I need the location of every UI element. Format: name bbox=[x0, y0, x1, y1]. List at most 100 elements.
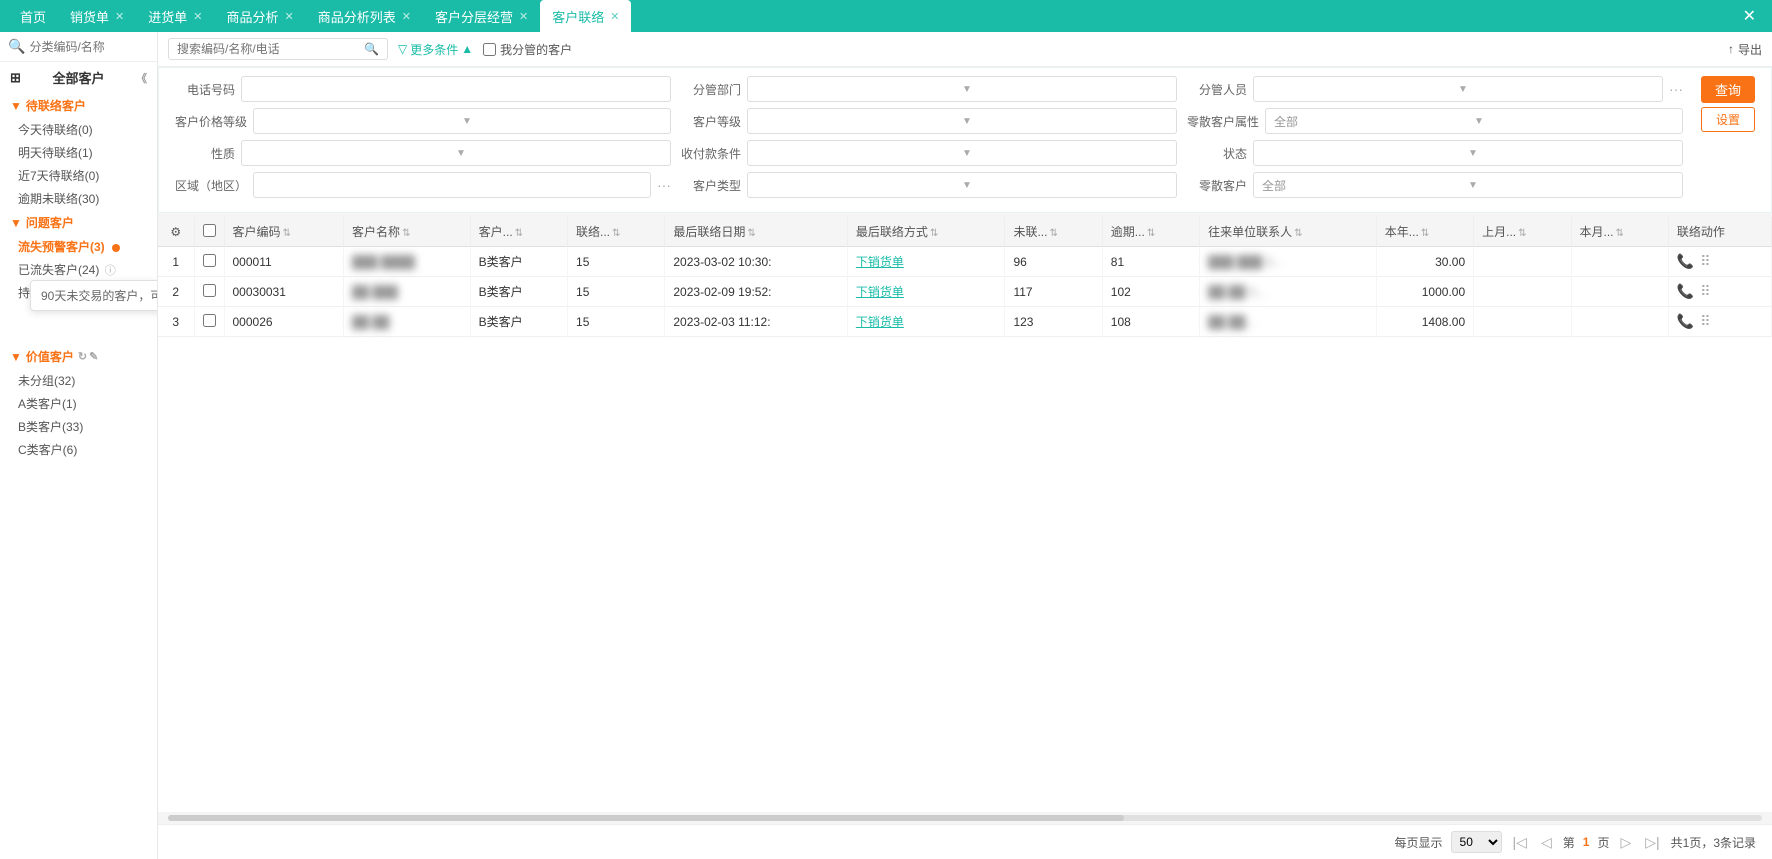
sidebar-item-lost[interactable]: 已流失客户(24) ⓘ bbox=[0, 258, 157, 281]
tab-customer-tier-close[interactable]: ✕ bbox=[519, 10, 528, 23]
pag-next-btn[interactable]: ▷ bbox=[1617, 834, 1634, 851]
filter-payment-select[interactable]: ▼ bbox=[747, 140, 1177, 166]
tab-analysis-list-close[interactable]: ✕ bbox=[402, 10, 411, 23]
per-page-select[interactable]: 50 20 100 bbox=[1451, 831, 1502, 853]
filter-status-select[interactable]: ▼ bbox=[1253, 140, 1683, 166]
filter-zero-cust-select[interactable]: 全部 ▼ bbox=[1253, 172, 1683, 198]
filter-search-box[interactable]: 🔍 bbox=[168, 38, 388, 60]
td-check-2[interactable] bbox=[194, 277, 224, 307]
sidebar-all-customers[interactable]: ⊞ 全部客户 《 bbox=[0, 62, 157, 93]
th-contact-num[interactable]: 联络...⇅ bbox=[568, 217, 665, 247]
td-last-method-2[interactable]: 下销货单 bbox=[847, 277, 1005, 307]
sidebar-section-pending[interactable]: ▼ 待联络客户 bbox=[0, 93, 157, 118]
filter-dept-select[interactable]: ▼ bbox=[747, 76, 1177, 102]
value-edit-icon[interactable]: ✎ bbox=[89, 350, 98, 363]
tab-analysis-list[interactable]: 商品分析列表 ✕ bbox=[306, 0, 423, 32]
row-2-checkbox[interactable] bbox=[203, 284, 216, 297]
sidebar-item-overdue[interactable]: 逾期未联络(30) bbox=[0, 187, 157, 210]
filter-price-level-select[interactable]: ▼ bbox=[253, 108, 671, 134]
th-overdue[interactable]: 逾期...⇅ bbox=[1102, 217, 1199, 247]
filter-area-dots[interactable]: ··· bbox=[657, 177, 671, 193]
td-last-method-3[interactable]: 下销货单 bbox=[847, 307, 1005, 337]
value-refresh-icon[interactable]: ↻ bbox=[78, 350, 87, 363]
tab-sales-close[interactable]: ✕ bbox=[115, 10, 124, 23]
row-3-checkbox[interactable] bbox=[203, 314, 216, 327]
sidebar-item-class-c[interactable]: C类客户(6) bbox=[0, 438, 157, 461]
pag-first-btn[interactable]: |◁ bbox=[1510, 834, 1530, 851]
th-last-date[interactable]: 最后联络日期⇅ bbox=[665, 217, 847, 247]
tab-purchase[interactable]: 进货单 ✕ bbox=[136, 0, 214, 32]
sidebar-item-tomorrow[interactable]: 明天待联络(1) bbox=[0, 141, 157, 164]
sidebar-item-churn-warning[interactable]: 流失预警客户(3) bbox=[0, 235, 157, 258]
sidebar-section-value[interactable]: ▼ 价值客户 ↻ ✎ bbox=[0, 344, 157, 369]
filter-icon: ▽ bbox=[398, 42, 407, 56]
td-last-method-2-link[interactable]: 下销货单 bbox=[856, 285, 904, 299]
filter-cust-level-select[interactable]: ▼ bbox=[747, 108, 1177, 134]
filter-person-dots[interactable]: ··· bbox=[1669, 81, 1683, 97]
tab-customer-tier[interactable]: 客户分层经营 ✕ bbox=[423, 0, 540, 32]
tab-customer-contact-close[interactable]: ✕ bbox=[610, 10, 619, 23]
tab-analysis-close[interactable]: ✕ bbox=[285, 10, 294, 23]
filter-search-btn[interactable]: 🔍 bbox=[364, 42, 379, 56]
th-check[interactable] bbox=[194, 217, 224, 247]
filter-my-customer[interactable]: 我分管的客户 bbox=[483, 41, 572, 58]
tab-sales[interactable]: 销货单 ✕ bbox=[58, 0, 136, 32]
filter-phone-input[interactable] bbox=[241, 76, 671, 102]
th-contacts[interactable]: 往来单位联系人⇅ bbox=[1200, 217, 1377, 247]
export-btn[interactable]: ↑ 导出 bbox=[1728, 41, 1762, 58]
horizontal-scrollbar[interactable] bbox=[158, 812, 1772, 824]
pag-last-btn[interactable]: ▷| bbox=[1642, 834, 1662, 851]
td-last-method-1-link[interactable]: 下销货单 bbox=[856, 255, 904, 269]
filter-my-checkbox[interactable] bbox=[483, 43, 496, 56]
row-1-checkbox[interactable] bbox=[203, 254, 216, 267]
filter-search-input[interactable] bbox=[177, 42, 364, 56]
sidebar-section-problem[interactable]: ▼ 问题客户 bbox=[0, 210, 157, 235]
th-name[interactable]: 客户名称⇅ bbox=[344, 217, 471, 247]
row-3-phone-icon[interactable]: 📞 bbox=[1677, 313, 1694, 330]
th-year[interactable]: 本年...⇅ bbox=[1376, 217, 1473, 247]
row-3-more-icon[interactable]: ⠿ bbox=[1700, 313, 1710, 330]
scroll-track[interactable] bbox=[168, 815, 1762, 821]
th-last-method[interactable]: 最后联络方式⇅ bbox=[847, 217, 1005, 247]
td-check-1[interactable] bbox=[194, 247, 224, 277]
sidebar-item-ungrouped[interactable]: 未分组(32) bbox=[0, 369, 157, 392]
row-1-more-icon[interactable]: ⠿ bbox=[1700, 253, 1710, 270]
scroll-thumb[interactable] bbox=[168, 815, 1124, 821]
th-last-month[interactable]: 上月...⇅ bbox=[1474, 217, 1571, 247]
filter-cust-type-select[interactable]: ▼ bbox=[747, 172, 1177, 198]
sidebar-item-class-a[interactable]: A类客户(1) bbox=[0, 392, 157, 415]
filter-gender-select[interactable]: ▼ bbox=[241, 140, 671, 166]
th-cust-type[interactable]: 客户...⇅ bbox=[470, 217, 567, 247]
tab-purchase-close[interactable]: ✕ bbox=[193, 10, 202, 23]
sidebar-item-today[interactable]: 今天待联络(0) bbox=[0, 118, 157, 141]
sidebar-search-input[interactable] bbox=[29, 40, 149, 54]
tab-customer-contact-label: 客户联络 bbox=[552, 7, 604, 26]
pag-prev-btn[interactable]: ◁ bbox=[1538, 834, 1555, 851]
row-2-phone-icon[interactable]: 📞 bbox=[1677, 283, 1694, 300]
filter-zero-attr-select[interactable]: 全部 ▼ bbox=[1265, 108, 1683, 134]
query-button[interactable]: 查询 bbox=[1701, 76, 1755, 103]
th-settings[interactable]: ⚙ bbox=[158, 217, 194, 247]
td-name-2: ██ ███ bbox=[344, 277, 471, 307]
td-cust-type-2: B类客户 bbox=[470, 277, 567, 307]
td-check-3[interactable] bbox=[194, 307, 224, 337]
td-last-month-2 bbox=[1474, 277, 1571, 307]
window-close-btn[interactable]: ✕ bbox=[1735, 6, 1764, 26]
filter-more-btn[interactable]: ▽ 更多条件 ▲ bbox=[398, 41, 473, 58]
sidebar-item-class-b[interactable]: B类客户(33) bbox=[0, 415, 157, 438]
filter-person-select[interactable]: ▼ bbox=[1253, 76, 1663, 102]
td-last-method-1[interactable]: 下销货单 bbox=[847, 247, 1005, 277]
sidebar-item-7days[interactable]: 近7天待联络(0) bbox=[0, 164, 157, 187]
td-last-method-3-link[interactable]: 下销货单 bbox=[856, 315, 904, 329]
tab-home[interactable]: 首页 bbox=[8, 0, 58, 32]
row-1-phone-icon[interactable]: 📞 bbox=[1677, 253, 1694, 270]
th-cur-month[interactable]: 本月...⇅ bbox=[1571, 217, 1668, 247]
select-all-checkbox[interactable] bbox=[203, 224, 216, 237]
th-code[interactable]: 客户编码⇅ bbox=[224, 217, 344, 247]
th-uncontact[interactable]: 未联...⇅ bbox=[1005, 217, 1102, 247]
row-2-more-icon[interactable]: ⠿ bbox=[1700, 283, 1710, 300]
filter-area-select[interactable] bbox=[253, 172, 651, 198]
tab-analysis[interactable]: 商品分析 ✕ bbox=[214, 0, 305, 32]
settings-button[interactable]: 设置 bbox=[1701, 107, 1755, 132]
tab-customer-contact[interactable]: 客户联络 ✕ bbox=[540, 0, 631, 32]
